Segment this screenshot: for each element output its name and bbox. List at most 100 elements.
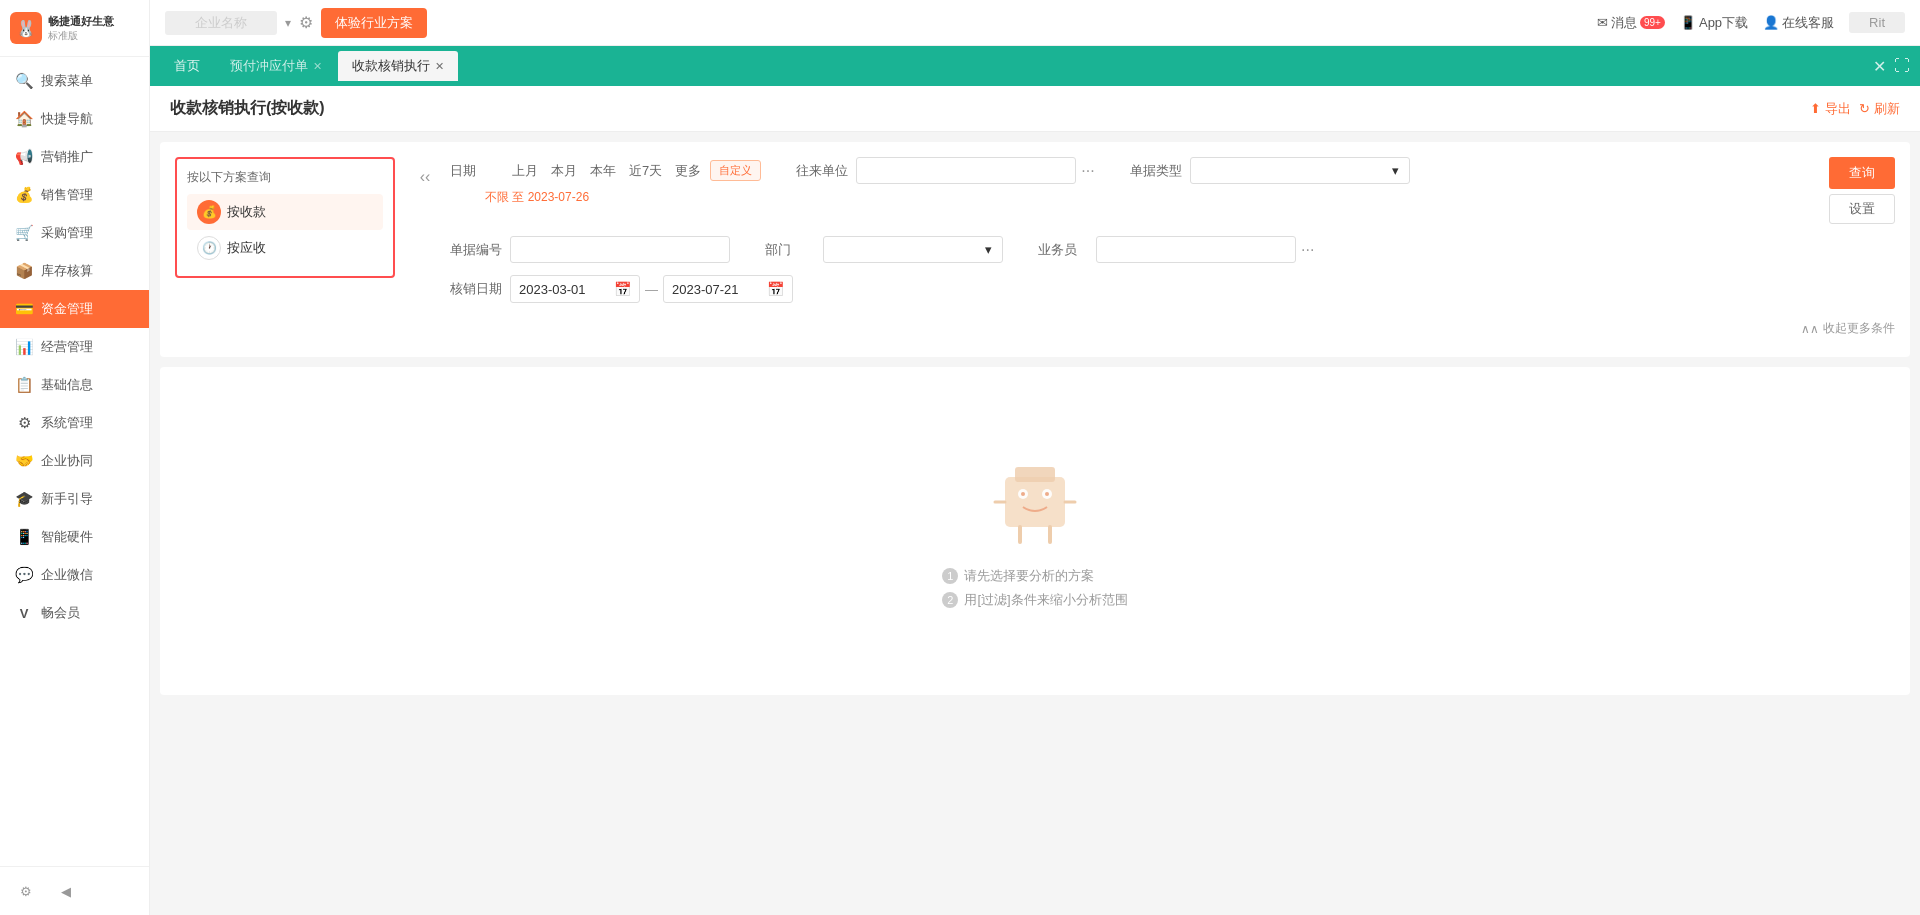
finance-icon: 💳 [15, 300, 33, 318]
svg-point-5 [1045, 492, 1049, 496]
collapse-more-label: 收起更多条件 [1823, 320, 1895, 337]
filter-counterparty-label: 往来单位 [796, 162, 848, 180]
topbar-online-service[interactable]: 👤 在线客服 [1763, 14, 1834, 32]
tab-fullscreen-icon[interactable]: ⛶ [1894, 57, 1910, 76]
topbar-app-download[interactable]: 📱 App下载 [1680, 14, 1748, 32]
tabbar-right: ✕ ⛶ [1873, 57, 1910, 76]
refresh-button[interactable]: ↻ 刷新 [1859, 100, 1900, 118]
svg-point-4 [1021, 492, 1025, 496]
sidebar-item-search[interactable]: 🔍 搜索菜单 [0, 62, 149, 100]
filter-date-label: 日期 [450, 162, 500, 180]
tab-receipt-offset-close-icon[interactable]: ✕ [435, 60, 444, 73]
sidebar-item-system[interactable]: ⚙ 系统管理 [0, 404, 149, 442]
topbar: 企业名称 ▾ ⚙ 体验行业方案 ✉ 消息 99+ 📱 App下载 👤 在线客服 … [150, 0, 1920, 46]
filter-section: 按以下方案查询 💰 按收款 🕐 按应收 ‹‹ 日期 [160, 142, 1910, 357]
dept-arrow-icon: ▾ [985, 242, 992, 257]
sidebar-item-finance[interactable]: 💳 资金管理 [0, 290, 149, 328]
date-btn-last-7-days[interactable]: 近7天 [625, 160, 666, 182]
sidebar-item-system-label: 系统管理 [41, 414, 93, 432]
date-btn-prev-month[interactable]: 上月 [508, 160, 542, 182]
filter-panel-collapse-button[interactable]: ‹‹ [415, 157, 435, 197]
tab-receipt-offset[interactable]: 收款核销执行 ✕ [338, 51, 458, 81]
date-btn-this-month[interactable]: 本月 [547, 160, 581, 182]
writeoff-date-to-calendar-icon[interactable]: 📅 [767, 281, 784, 297]
writeoff-date-to-input[interactable]: 2023-07-21 📅 [663, 275, 793, 303]
collapse-more-button[interactable]: ∧∧ 收起更多条件 [1801, 320, 1895, 337]
filter-date-item: 日期 上月 本月 本年 近7天 更多 自定义 [450, 160, 761, 182]
filter-bill-type-label: 单据类型 [1130, 162, 1182, 180]
settings-bottom-button[interactable]: ⚙ [10, 875, 42, 907]
sidebar-item-purchase-label: 采购管理 [41, 224, 93, 242]
sidebar-item-enterprise[interactable]: 🤝 企业协同 [0, 442, 149, 480]
salesperson-input[interactable] [1096, 236, 1296, 263]
writeoff-date-from-calendar-icon[interactable]: 📅 [614, 281, 631, 297]
sidebar-item-quick-nav[interactable]: 🏠 快捷导航 [0, 100, 149, 138]
tip-1-text: 请先选择要分析的方案 [964, 567, 1094, 585]
collapse-more-icon: ∧∧ [1801, 322, 1819, 336]
topbar-message[interactable]: ✉ 消息 99+ [1597, 14, 1665, 32]
topbar-gear-icon[interactable]: ⚙ [299, 13, 313, 32]
filter-bill-no-item: 单据编号 [450, 236, 730, 263]
topbar-service-label: 在线客服 [1782, 14, 1834, 32]
operation-icon: 📊 [15, 338, 33, 356]
sidebar-item-marketing-label: 营销推广 [41, 148, 93, 166]
date-btn-custom[interactable]: 自定义 [710, 160, 761, 181]
sidebar-item-beginner[interactable]: 🎓 新手引导 [0, 480, 149, 518]
query-actions: 查询 设置 [1829, 157, 1895, 224]
sidebar-item-marketing[interactable]: 📢 营销推广 [0, 138, 149, 176]
filter-bill-no-label: 单据编号 [450, 241, 502, 259]
empty-svg [985, 447, 1085, 547]
topbar-solution-button[interactable]: 体验行业方案 [321, 8, 427, 38]
tab-home[interactable]: 首页 [160, 51, 214, 81]
inventory-icon: 📦 [15, 262, 33, 280]
dept-select[interactable]: ▾ [823, 236, 1003, 263]
message-icon: ✉ [1597, 15, 1608, 30]
sidebar-item-purchase[interactable]: 🛒 采购管理 [0, 214, 149, 252]
by-receipt-label: 按收款 [227, 203, 266, 221]
tab-prepay[interactable]: 预付冲应付单 ✕ [216, 51, 336, 81]
refresh-icon: ↻ [1859, 101, 1870, 116]
export-button[interactable]: ⬆ 导出 [1810, 100, 1851, 118]
sidebar: 🐰 畅捷通好生意 标准版 🔍 搜索菜单 🏠 快捷导航 📢 营销推广 💰 销售管理… [0, 0, 150, 915]
sidebar-item-basic-info[interactable]: 📋 基础信息 [0, 366, 149, 404]
query-button[interactable]: 查询 [1829, 157, 1895, 189]
home-icon: 🏠 [15, 110, 33, 128]
salesperson-more-icon[interactable]: ··· [1301, 241, 1314, 259]
by-receivable-icon: 🕐 [197, 236, 221, 260]
bill-no-input[interactable] [510, 236, 730, 263]
sidebar-item-member[interactable]: V 畅会员 [0, 594, 149, 632]
sidebar-item-hardware[interactable]: 📱 智能硬件 [0, 518, 149, 556]
filter-writeoff-date-item: 核销日期 2023-03-01 📅 — 2023-07-21 📅 [450, 275, 793, 303]
collapse-sidebar-button[interactable]: ◀ [50, 875, 82, 907]
filter-option-by-receivable[interactable]: 🕐 按应收 [187, 230, 383, 266]
topbar-chevron-icon[interactable]: ▾ [285, 16, 291, 30]
svg-rect-1 [1015, 467, 1055, 482]
collapse-sidebar-icon: ◀ [61, 884, 71, 899]
filter-row-3: 核销日期 2023-03-01 📅 — 2023-07-21 📅 [450, 275, 1895, 303]
sidebar-item-sales[interactable]: 💰 销售管理 [0, 176, 149, 214]
sales-icon: 💰 [15, 186, 33, 204]
filter-left-panel: 按以下方案查询 💰 按收款 🕐 按应收 [175, 157, 395, 342]
filter-settings-button[interactable]: 设置 [1829, 194, 1895, 224]
topbar-right: ✉ 消息 99+ 📱 App下载 👤 在线客服 Rit [1597, 12, 1905, 33]
sidebar-item-operation[interactable]: 📊 经营管理 [0, 328, 149, 366]
counterparty-more-icon[interactable]: ··· [1081, 162, 1094, 180]
filter-writeoff-date-label: 核销日期 [450, 280, 502, 298]
sidebar-item-inventory[interactable]: 📦 库存核算 [0, 252, 149, 290]
member-icon: V [15, 606, 33, 621]
counterparty-input[interactable] [856, 157, 1076, 184]
writeoff-date-from-input[interactable]: 2023-03-01 📅 [510, 275, 640, 303]
sidebar-item-search-label: 搜索菜单 [41, 72, 93, 90]
date-btn-this-year[interactable]: 本年 [586, 160, 620, 182]
sidebar-item-wechat[interactable]: 💬 企业微信 [0, 556, 149, 594]
filter-option-by-receipt[interactable]: 💰 按收款 [187, 194, 383, 230]
tab-close-all-icon[interactable]: ✕ [1873, 57, 1886, 76]
date-btn-more[interactable]: 更多 [671, 160, 705, 182]
writeoff-date-from-value: 2023-03-01 [519, 282, 586, 297]
page-title: 收款核销执行(按收款) [170, 98, 325, 119]
sidebar-item-basic-info-label: 基础信息 [41, 376, 93, 394]
empty-tip-2: 2 用[过滤]条件来缩小分析范围 [942, 591, 1127, 609]
bill-type-select[interactable]: ▾ [1190, 157, 1410, 184]
tab-prepay-close-icon[interactable]: ✕ [313, 60, 322, 73]
empty-tips-list: 1 请先选择要分析的方案 2 用[过滤]条件来缩小分析范围 [942, 567, 1127, 615]
